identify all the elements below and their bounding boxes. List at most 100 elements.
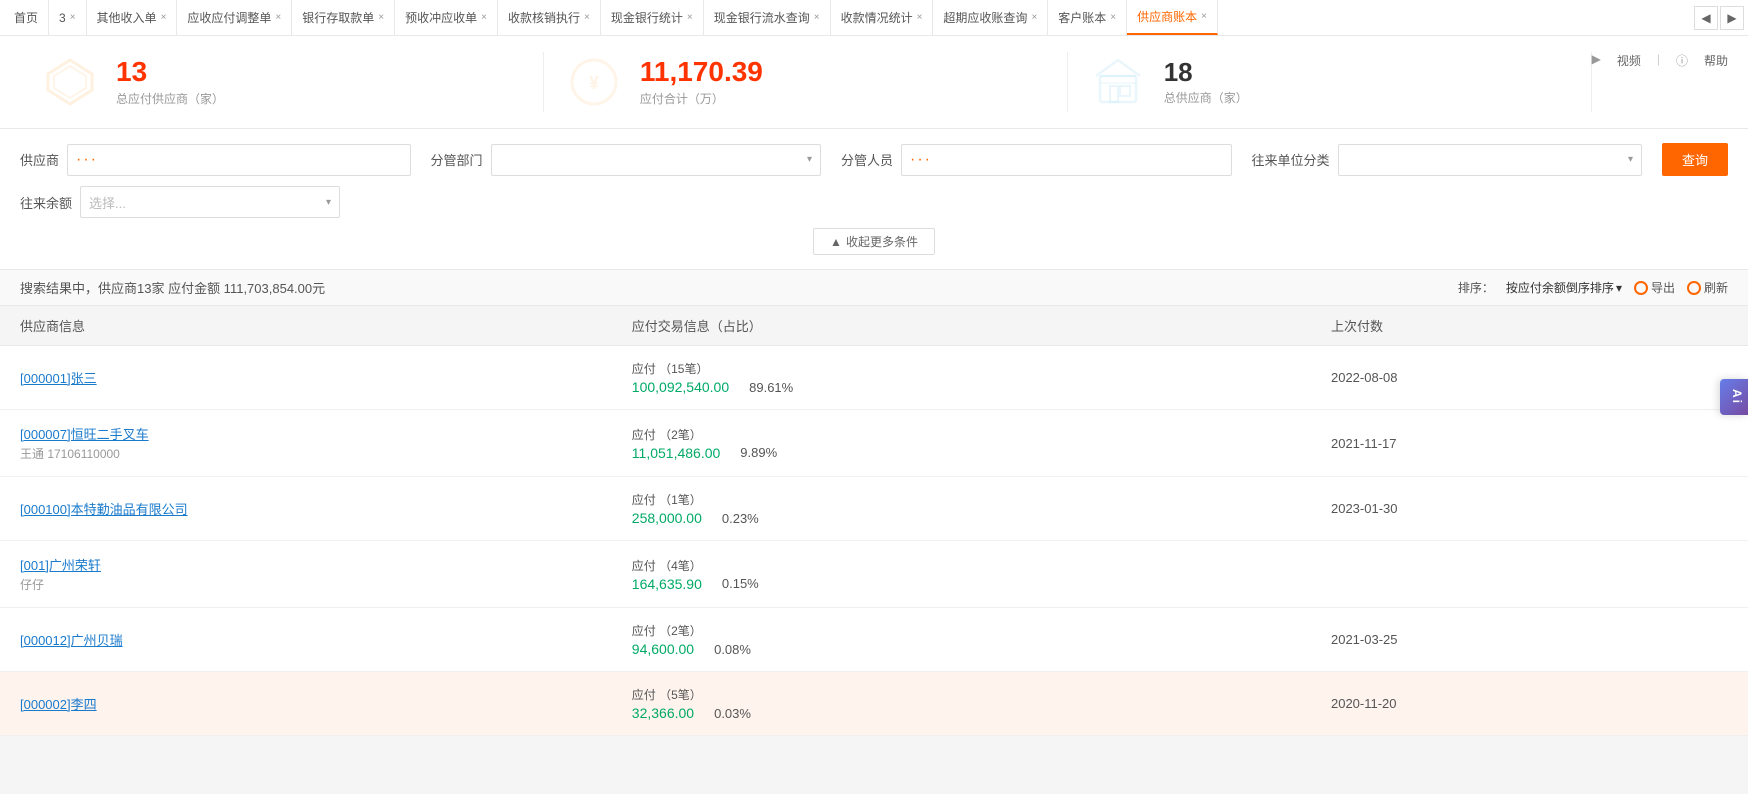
supplier-info-cell: [000002]李四	[0, 672, 612, 736]
card2-number: 11,170.39	[640, 58, 763, 86]
filter-person: 分管人员 ···	[841, 144, 1232, 176]
balance-input[interactable]: 选择... ▾	[80, 186, 340, 218]
store-icon	[1088, 52, 1148, 112]
nav-tab-other-income[interactable]: 其他收入单×	[87, 0, 178, 35]
supplier-sub: 仔仔	[20, 576, 592, 593]
result-bar: 搜索结果中，供应商13家 应付金额 111,703,854.00元 排序： 按应…	[0, 270, 1748, 306]
export-button[interactable]: 导出	[1634, 279, 1675, 296]
nav-tab-bank-deposit[interactable]: 银行存取款单×	[292, 0, 395, 35]
nav-tab-cash-flow-query[interactable]: 现金银行流水查询×	[704, 0, 831, 35]
person-input[interactable]: ···	[901, 144, 1231, 176]
last-payment-cell: 2021-11-17	[1311, 410, 1748, 477]
card1-info: 13 总应付供应商（家）	[116, 58, 224, 107]
balance-label: 往来余额	[20, 193, 72, 212]
transaction-cell: 应付 （5笔）32,366.000.03%	[612, 672, 1311, 736]
department-input[interactable]: ▾	[491, 144, 821, 176]
collapse-icon: ▲	[830, 235, 842, 249]
nav-tab-overdue-ar[interactable]: 超期应收账查询×	[933, 0, 1048, 35]
close-tab-other-income[interactable]: ×	[161, 12, 167, 23]
card1-label: 总应付供应商（家）	[116, 90, 224, 107]
nav-tab-customer-ledger[interactable]: 客户账本×	[1048, 0, 1127, 35]
filter-category: 往来单位分类 ▾	[1252, 144, 1643, 176]
close-tab-tab3[interactable]: ×	[70, 12, 76, 23]
nav-tab-prepay-ar[interactable]: 预收冲应收单×	[395, 0, 498, 35]
table-row: [000012]广州贝瑞应付 （2笔）94,600.000.08%2021-03…	[0, 608, 1748, 672]
refresh-button[interactable]: 刷新	[1687, 279, 1728, 296]
table-row: [000007]恒旺二手叉车王通 17106110000 应付 （2笔）11,05…	[0, 410, 1748, 477]
video-link[interactable]: 视频	[1617, 52, 1641, 69]
close-tab-ar-ap-adjust[interactable]: ×	[275, 12, 281, 23]
sort-value: 按应付余额倒序排序	[1506, 279, 1614, 296]
supplier-link[interactable]: [001]广州荣轩	[20, 558, 101, 573]
help-icon: ⓘ	[1676, 52, 1688, 69]
table-container: 供应商信息 应付交易信息（占比） 上次付数 [000001]张三应付 （15笔）…	[0, 306, 1748, 736]
table-row: [000100]本特勤油品有限公司应付 （1笔）258,000.000.23%2…	[0, 477, 1748, 541]
supplier-sub: 王通 17106110000	[20, 445, 592, 462]
supplier-info-cell: [001]广州荣轩仔仔	[0, 541, 612, 608]
filter-balance: 往来余额 选择... ▾	[20, 186, 340, 218]
search-button[interactable]: 查询	[1662, 143, 1728, 176]
table-row: [001]广州荣轩仔仔应付 （4笔）164,635.900.15%	[0, 541, 1748, 608]
nav-tab-payment-stat[interactable]: 收款情况统计×	[831, 0, 934, 35]
sort-label: 排序：	[1458, 279, 1494, 296]
supplier-link[interactable]: [000001]张三	[20, 371, 97, 386]
percent-value: 0.23%	[722, 511, 759, 526]
sort-arrow: ▾	[1616, 281, 1622, 295]
percent-value: 9.89%	[740, 445, 777, 460]
card3-number: 18	[1164, 59, 1248, 85]
amount-row: 11,051,486.009.89%	[632, 445, 1291, 461]
nav-arrows: ◀ ▶	[1694, 6, 1744, 30]
amount-value: 32,366.00	[632, 705, 694, 721]
close-tab-payment-verify[interactable]: ×	[584, 12, 590, 23]
nav-tab-tab3[interactable]: 3×	[49, 0, 87, 35]
close-tab-supplier-ledger[interactable]: ×	[1201, 11, 1207, 22]
table-header-row: 供应商信息 应付交易信息（占比） 上次付数	[0, 306, 1748, 346]
col-supplier: 供应商信息	[0, 306, 612, 346]
supplier-table: 供应商信息 应付交易信息（占比） 上次付数 [000001]张三应付 （15笔）…	[0, 306, 1748, 736]
percent-value: 0.03%	[714, 706, 751, 721]
supplier-input[interactable]: ···	[67, 144, 410, 176]
filter-row-1: 供应商 ··· 分管部门 ▾ 分管人员 ··· 往来单位分类 ▾ 查询	[20, 143, 1728, 176]
close-tab-payment-stat[interactable]: ×	[917, 12, 923, 23]
close-tab-cash-bank-stat[interactable]: ×	[687, 12, 693, 23]
amount-value: 164,635.90	[632, 576, 702, 592]
card-total-suppliers: 18 总供应商（家）	[1068, 52, 1592, 112]
balance-arrow: ▾	[326, 197, 331, 208]
refresh-label: 刷新	[1704, 279, 1728, 296]
category-input[interactable]: ▾	[1338, 144, 1642, 176]
supplier-link[interactable]: [000012]广州贝瑞	[20, 633, 123, 648]
amount-row: 32,366.00 0.03%	[632, 705, 1291, 721]
refresh-icon	[1687, 281, 1701, 295]
last-payment-cell: 2020-11-20	[1311, 672, 1748, 736]
sort-select[interactable]: 按应付余额倒序排序 ▾	[1506, 279, 1622, 296]
close-tab-customer-ledger[interactable]: ×	[1110, 12, 1116, 23]
collapse-button[interactable]: ▲ 收起更多条件	[813, 228, 935, 255]
amount-row: 94,600.000.08%	[632, 641, 1291, 657]
amount-label: 应付 （1笔）	[632, 491, 1291, 508]
close-tab-prepay-ar[interactable]: ×	[481, 12, 487, 23]
supplier-link[interactable]: [000002]李四	[20, 697, 97, 712]
ai-button[interactable]: Ai	[1720, 379, 1748, 415]
close-tab-cash-flow-query[interactable]: ×	[814, 12, 820, 23]
transaction-cell: 应付 （2笔）11,051,486.009.89%	[612, 410, 1311, 477]
department-label: 分管部门	[431, 150, 483, 169]
nav-tab-ar-ap-adjust[interactable]: 应收应付调整单×	[177, 0, 292, 35]
top-nav: 首页3×其他收入单×应收应付调整单×银行存取款单×预收冲应收单×收款核销执行×现…	[0, 0, 1748, 36]
close-tab-bank-deposit[interactable]: ×	[378, 12, 384, 23]
nav-tab-cash-bank-stat[interactable]: 现金银行统计×	[601, 0, 704, 35]
nav-next-btn[interactable]: ▶	[1720, 6, 1744, 30]
nav-tab-supplier-ledger[interactable]: 供应商账本×	[1127, 0, 1218, 35]
last-payment-cell: 2022-08-08	[1311, 346, 1748, 410]
nav-prev-btn[interactable]: ◀	[1694, 6, 1718, 30]
supplier-link[interactable]: [000100]本特勤油品有限公司	[20, 502, 188, 517]
close-tab-overdue-ar[interactable]: ×	[1031, 12, 1037, 23]
table-row: [000001]张三应付 （15笔）100,092,540.0089.61%20…	[0, 346, 1748, 410]
filter-department: 分管部门 ▾	[431, 144, 822, 176]
export-label: 导出	[1651, 279, 1675, 296]
last-payment-cell: 2023-01-30	[1311, 477, 1748, 541]
help-link[interactable]: 帮助	[1704, 52, 1728, 69]
nav-tab-home[interactable]: 首页	[4, 0, 49, 35]
coin-icon: ¥	[564, 52, 624, 112]
supplier-link[interactable]: [000007]恒旺二手叉车	[20, 427, 149, 442]
nav-tab-payment-verify[interactable]: 收款核销执行×	[498, 0, 601, 35]
